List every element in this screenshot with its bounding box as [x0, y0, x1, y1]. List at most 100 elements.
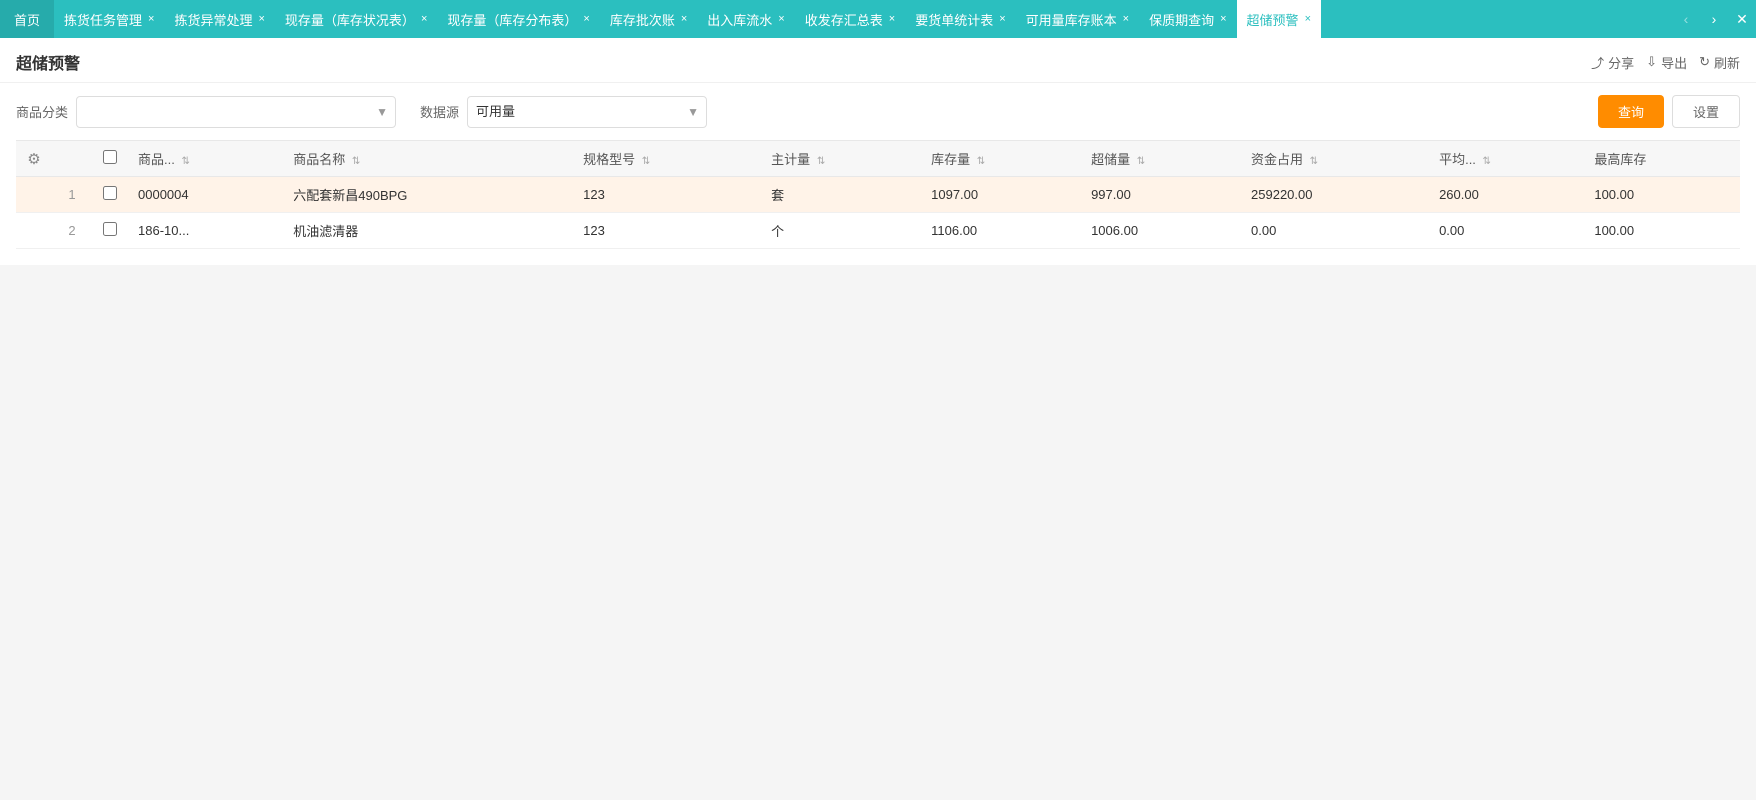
col-header-over-stock[interactable]: 超储量 ⇅ — [1081, 141, 1241, 177]
col-header-gear: ⚙ — [16, 141, 52, 177]
row-gear-cell — [16, 177, 52, 213]
refresh-button[interactable]: ↻ 刷新 — [1699, 53, 1740, 72]
datasource-filter: 数据源 可用量 ▼ — [420, 96, 707, 128]
col-label-product-code: 商品... — [138, 152, 175, 167]
export-icon: ⇩ — [1646, 54, 1657, 70]
page-actions: ⤴ 分享 ⇩ 导出 ↻ 刷新 — [1591, 53, 1740, 72]
share-icon: ⤴ — [1591, 53, 1604, 72]
tab-close-icon[interactable]: × — [421, 13, 427, 25]
nav-tab-1[interactable]: 拣货异常处理 × — [164, 0, 274, 38]
share-label: 分享 — [1608, 53, 1634, 72]
col-label-capital: 资金占用 — [1251, 152, 1303, 167]
export-button[interactable]: ⇩ 导出 — [1646, 53, 1687, 72]
row-product-name: 机油滤清器 — [283, 213, 573, 249]
nav-tab-5[interactable]: 出入库流水 × — [697, 0, 794, 38]
row-stock: 1097.00 — [921, 177, 1081, 213]
tab-label: 拣货任务管理 — [64, 10, 142, 29]
nav-tab-6[interactable]: 收发存汇总表 × — [795, 0, 905, 38]
export-label: 导出 — [1661, 53, 1687, 72]
tab-close-icon[interactable]: × — [778, 13, 784, 25]
table-row: 2 186-10... 机油滤清器 123 个 1106.00 1006.00 … — [16, 213, 1740, 249]
tab-close-icon[interactable]: × — [999, 13, 1005, 25]
category-select[interactable] — [76, 96, 396, 128]
row-unit: 个 — [761, 213, 921, 249]
share-button[interactable]: ⤴ 分享 — [1591, 53, 1634, 72]
col-label-stock: 库存量 — [931, 152, 970, 167]
row-product-code: 186-10... — [128, 213, 283, 249]
tab-label: 保质期查询 — [1149, 10, 1214, 29]
tab-label: 超储预警 — [1247, 10, 1299, 29]
nav-arrow-right[interactable]: › — [1700, 0, 1728, 38]
row-max-stock: 100.00 — [1584, 177, 1740, 213]
tab-close-icon[interactable]: × — [583, 13, 589, 25]
col-label-max-stock: 最高库存 — [1594, 152, 1646, 167]
row-max-stock: 100.00 — [1584, 213, 1740, 249]
nav-home-label: 首页 — [14, 10, 40, 29]
tab-label: 收发存汇总表 — [805, 10, 883, 29]
row-spec: 123 — [573, 177, 761, 213]
row-index: 2 — [52, 213, 92, 249]
tab-close-icon[interactable]: × — [1305, 13, 1311, 25]
page-container: 超储预警 ⤴ 分享 ⇩ 导出 ↻ 刷新 商品分类 ▼ — [0, 38, 1756, 265]
datasource-select[interactable]: 可用量 — [467, 96, 707, 128]
datasource-label: 数据源 — [420, 102, 459, 121]
col-header-stock[interactable]: 库存量 ⇅ — [921, 141, 1081, 177]
tab-close-icon[interactable]: × — [889, 13, 895, 25]
nav-arrow-left[interactable]: ‹ — [1672, 0, 1700, 38]
tab-label: 可用量库存账本 — [1026, 10, 1117, 29]
sort-icon-over-stock: ⇅ — [1137, 156, 1145, 167]
nav-arrow-close[interactable]: ✕ — [1728, 0, 1756, 38]
col-header-product-code[interactable]: 商品... ⇅ — [128, 141, 283, 177]
row-product-name: 六配套新昌490BPG — [283, 177, 573, 213]
col-header-index — [52, 141, 92, 177]
col-header-avg[interactable]: 平均... ⇅ — [1429, 141, 1584, 177]
nav-tab-10[interactable]: 超储预警 × — [1237, 0, 1321, 38]
sort-icon-capital: ⇅ — [1310, 156, 1318, 167]
tab-close-icon[interactable]: × — [148, 13, 154, 25]
tab-label: 出入库流水 — [707, 10, 772, 29]
tab-close-icon[interactable]: × — [258, 13, 264, 25]
nav-tab-8[interactable]: 可用量库存账本 × — [1016, 0, 1139, 38]
tab-close-icon[interactable]: × — [1123, 13, 1129, 25]
col-label-unit: 主计量 — [771, 152, 810, 167]
nav-tab-3[interactable]: 现存量（库存分布表） × — [437, 0, 599, 38]
tab-close-icon[interactable]: × — [1220, 13, 1226, 25]
nav-arrows: ‹ › ✕ — [1672, 0, 1756, 38]
settings-button[interactable]: 设置 — [1672, 95, 1740, 128]
col-header-product-name[interactable]: 商品名称 ⇅ — [283, 141, 573, 177]
row-spec: 123 — [573, 213, 761, 249]
sort-icon-unit: ⇅ — [817, 156, 825, 167]
table-row: 1 0000004 六配套新昌490BPG 123 套 1097.00 997.… — [16, 177, 1740, 213]
nav-home[interactable]: 首页 — [0, 0, 54, 38]
row-unit: 套 — [761, 177, 921, 213]
row-checkbox[interactable] — [103, 222, 117, 236]
col-label-spec: 规格型号 — [583, 152, 635, 167]
tab-close-icon[interactable]: × — [681, 13, 687, 25]
page-header: 超储预警 ⤴ 分享 ⇩ 导出 ↻ 刷新 — [0, 38, 1756, 83]
row-stock: 1106.00 — [921, 213, 1081, 249]
col-header-unit[interactable]: 主计量 ⇅ — [761, 141, 921, 177]
filter-area: 商品分类 ▼ 数据源 可用量 ▼ 查询 设置 — [0, 83, 1756, 140]
col-header-checkbox — [92, 141, 128, 177]
col-header-spec[interactable]: 规格型号 ⇅ — [573, 141, 761, 177]
top-nav: 首页 拣货任务管理 × 拣货异常处理 × 现存量（库存状况表） × 现存量（库存… — [0, 0, 1756, 38]
query-button[interactable]: 查询 — [1598, 95, 1664, 128]
datasource-select-wrapper: 可用量 ▼ — [467, 96, 707, 128]
col-label-product-name: 商品名称 — [293, 152, 345, 167]
select-all-checkbox[interactable] — [103, 150, 117, 164]
row-checkbox[interactable] — [103, 186, 117, 200]
nav-tab-9[interactable]: 保质期查询 × — [1139, 0, 1236, 38]
sort-icon-product-name: ⇅ — [352, 156, 360, 167]
sort-icon-product-code: ⇅ — [181, 156, 189, 167]
nav-tab-0[interactable]: 拣货任务管理 × — [54, 0, 164, 38]
row-checkbox-cell — [92, 213, 128, 249]
col-header-capital[interactable]: 资金占用 ⇅ — [1241, 141, 1429, 177]
nav-tab-2[interactable]: 现存量（库存状况表） × — [275, 0, 437, 38]
page-title: 超储预警 — [16, 50, 80, 74]
nav-tab-7[interactable]: 要货单统计表 × — [905, 0, 1015, 38]
gear-settings-icon[interactable]: ⚙ — [27, 151, 40, 168]
nav-tab-4[interactable]: 库存批次账 × — [600, 0, 697, 38]
row-avg: 0.00 — [1429, 213, 1584, 249]
row-capital: 0.00 — [1241, 213, 1429, 249]
sort-icon-spec: ⇅ — [642, 156, 650, 167]
